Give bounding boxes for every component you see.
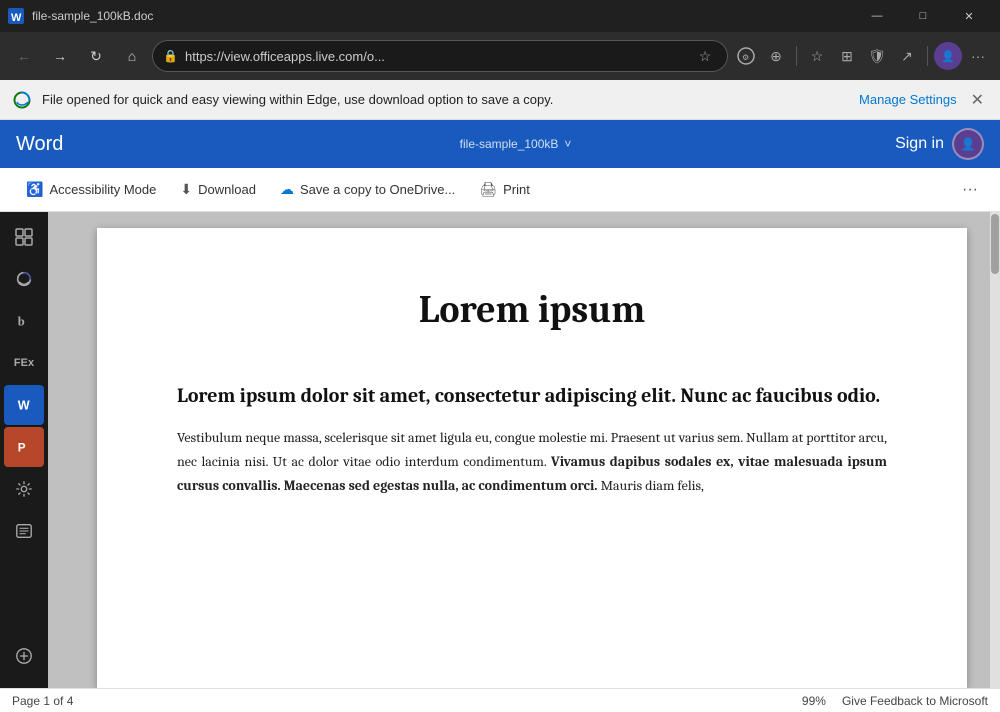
address-box[interactable]: 🔒 https://view.officeapps.live.com/o... …: [152, 40, 728, 72]
svg-text:P: P: [18, 442, 26, 455]
browser-toolbar-icons: ⚙ ⊕ ☆ ⊞ 🛡 ↗ 👤 ···: [732, 42, 992, 70]
chevron-down-icon: ˅: [564, 137, 571, 151]
word-action-bar: ♿ Accessibility Mode ⬇ Download ☁ Save a…: [0, 168, 1000, 212]
browser-shield-icon[interactable]: ⚙: [732, 42, 760, 70]
onedrive-icon: ☁: [280, 181, 294, 198]
status-bar: Page 1 of 4 99% Give Feedback to Microso…: [0, 688, 1000, 712]
sidebar-item-word[interactable]: W: [4, 385, 44, 425]
print-button[interactable]: 🖨 Print: [469, 175, 540, 204]
address-icons: ☆: [691, 42, 719, 70]
download-label: Download: [198, 182, 256, 197]
minimize-button[interactable]: —: [854, 0, 900, 32]
window-title: file-sample_100kB.doc: [32, 9, 153, 23]
main-area: b FEx W P: [0, 212, 1000, 688]
download-icon: ⬇: [180, 181, 192, 198]
sidebar-item-collections[interactable]: [4, 217, 44, 257]
profile-avatar[interactable]: 👤: [934, 42, 962, 70]
title-bar: W file-sample_100kB.doc — □ ✕: [0, 0, 1000, 32]
print-label: Print: [503, 182, 530, 197]
file-name-dropdown[interactable]: file-sample_100kB ˅: [136, 137, 895, 151]
save-to-onedrive-label: Save a copy to OneDrive...: [300, 182, 455, 197]
scrollbar-thumb[interactable]: [991, 214, 999, 274]
word-brand-label: Word: [16, 133, 136, 156]
browser-protect-icon[interactable]: 🛡: [863, 42, 891, 70]
document-title: Lorem ipsum: [177, 288, 887, 332]
manage-settings-link[interactable]: Manage Settings: [859, 92, 957, 107]
accessibility-mode-label: Accessibility Mode: [49, 182, 156, 197]
sidebar-item-edge[interactable]: [4, 259, 44, 299]
window-controls: — □ ✕: [854, 0, 992, 32]
accessibility-icon: ♿: [26, 181, 43, 198]
sidebar-item-powerpoint[interactable]: P: [4, 427, 44, 467]
home-button[interactable]: ⌂: [116, 40, 148, 72]
separator: [796, 46, 797, 66]
star-icon[interactable]: ☆: [691, 42, 719, 70]
sidebar-item-fx[interactable]: FEx: [4, 343, 44, 383]
svg-text:⚙: ⚙: [742, 53, 749, 62]
sidebar-add-button[interactable]: [4, 636, 44, 676]
feedback-link[interactable]: Give Feedback to Microsoft: [842, 694, 988, 708]
word-favicon: W: [8, 8, 24, 24]
url-text: https://view.officeapps.live.com/o...: [185, 49, 691, 64]
print-icon: 🖨: [479, 181, 497, 198]
refresh-button[interactable]: ↻: [80, 40, 112, 72]
collections-icon[interactable]: ⊞: [833, 42, 861, 70]
separator2: [927, 46, 928, 66]
page-info: Page 1 of 4: [12, 694, 73, 708]
title-bar-left: W file-sample_100kB.doc: [8, 8, 153, 24]
zoom-level: 99%: [802, 694, 826, 708]
close-button[interactable]: ✕: [946, 0, 992, 32]
sign-in-button[interactable]: Sign in 👤: [895, 128, 984, 160]
file-name-text: file-sample_100kB: [460, 137, 559, 151]
notification-text: File opened for quick and easy viewing w…: [42, 92, 849, 107]
status-bar-right: 99% Give Feedback to Microsoft: [802, 694, 988, 708]
document-heading: Lorem ipsum dolor sit amet, consectetur …: [177, 382, 887, 410]
more-options-button[interactable]: ···: [956, 175, 984, 205]
edge-sidebar: b FEx W P: [0, 212, 48, 688]
edge-logo-icon: [12, 90, 32, 110]
svg-text:W: W: [11, 12, 22, 24]
maximize-button[interactable]: □: [900, 0, 946, 32]
browser-more-icon[interactable]: ···: [964, 42, 992, 70]
download-button[interactable]: ⬇ Download: [170, 175, 266, 204]
sidebar-item-settings[interactable]: [4, 469, 44, 509]
back-button[interactable]: ←: [8, 40, 40, 72]
sign-in-avatar-icon: 👤: [952, 128, 984, 160]
document-page: Lorem ipsum Lorem ipsum dolor sit amet, …: [97, 228, 967, 688]
favorites-icon[interactable]: ☆: [803, 42, 831, 70]
document-body: Vestibulum neque massa, scelerisque sit …: [177, 426, 887, 497]
extensions-icon[interactable]: ⊕: [762, 42, 790, 70]
svg-text:b: b: [18, 315, 25, 329]
lock-icon: 🔒: [163, 49, 178, 63]
sidebar-item-bing[interactable]: b: [4, 301, 44, 341]
svg-text:W: W: [18, 399, 30, 413]
document-area: Lorem ipsum Lorem ipsum dolor sit amet, …: [48, 212, 1000, 688]
word-toolbar: Word file-sample_100kB ˅ Sign in 👤: [0, 120, 1000, 168]
sign-in-label: Sign in: [895, 135, 944, 153]
save-to-onedrive-button[interactable]: ☁ Save a copy to OneDrive...: [270, 175, 465, 204]
share-icon[interactable]: ↗: [893, 42, 921, 70]
notification-close-button[interactable]: ✕: [967, 86, 988, 114]
edge-notification-bar: File opened for quick and easy viewing w…: [0, 80, 1000, 120]
accessibility-mode-button[interactable]: ♿ Accessibility Mode: [16, 175, 166, 204]
vertical-scrollbar[interactable]: [990, 212, 1000, 688]
forward-button[interactable]: →: [44, 40, 76, 72]
sidebar-item-history[interactable]: [4, 511, 44, 551]
address-bar: ← → ↻ ⌂ 🔒 https://view.officeapps.live.c…: [0, 32, 1000, 80]
